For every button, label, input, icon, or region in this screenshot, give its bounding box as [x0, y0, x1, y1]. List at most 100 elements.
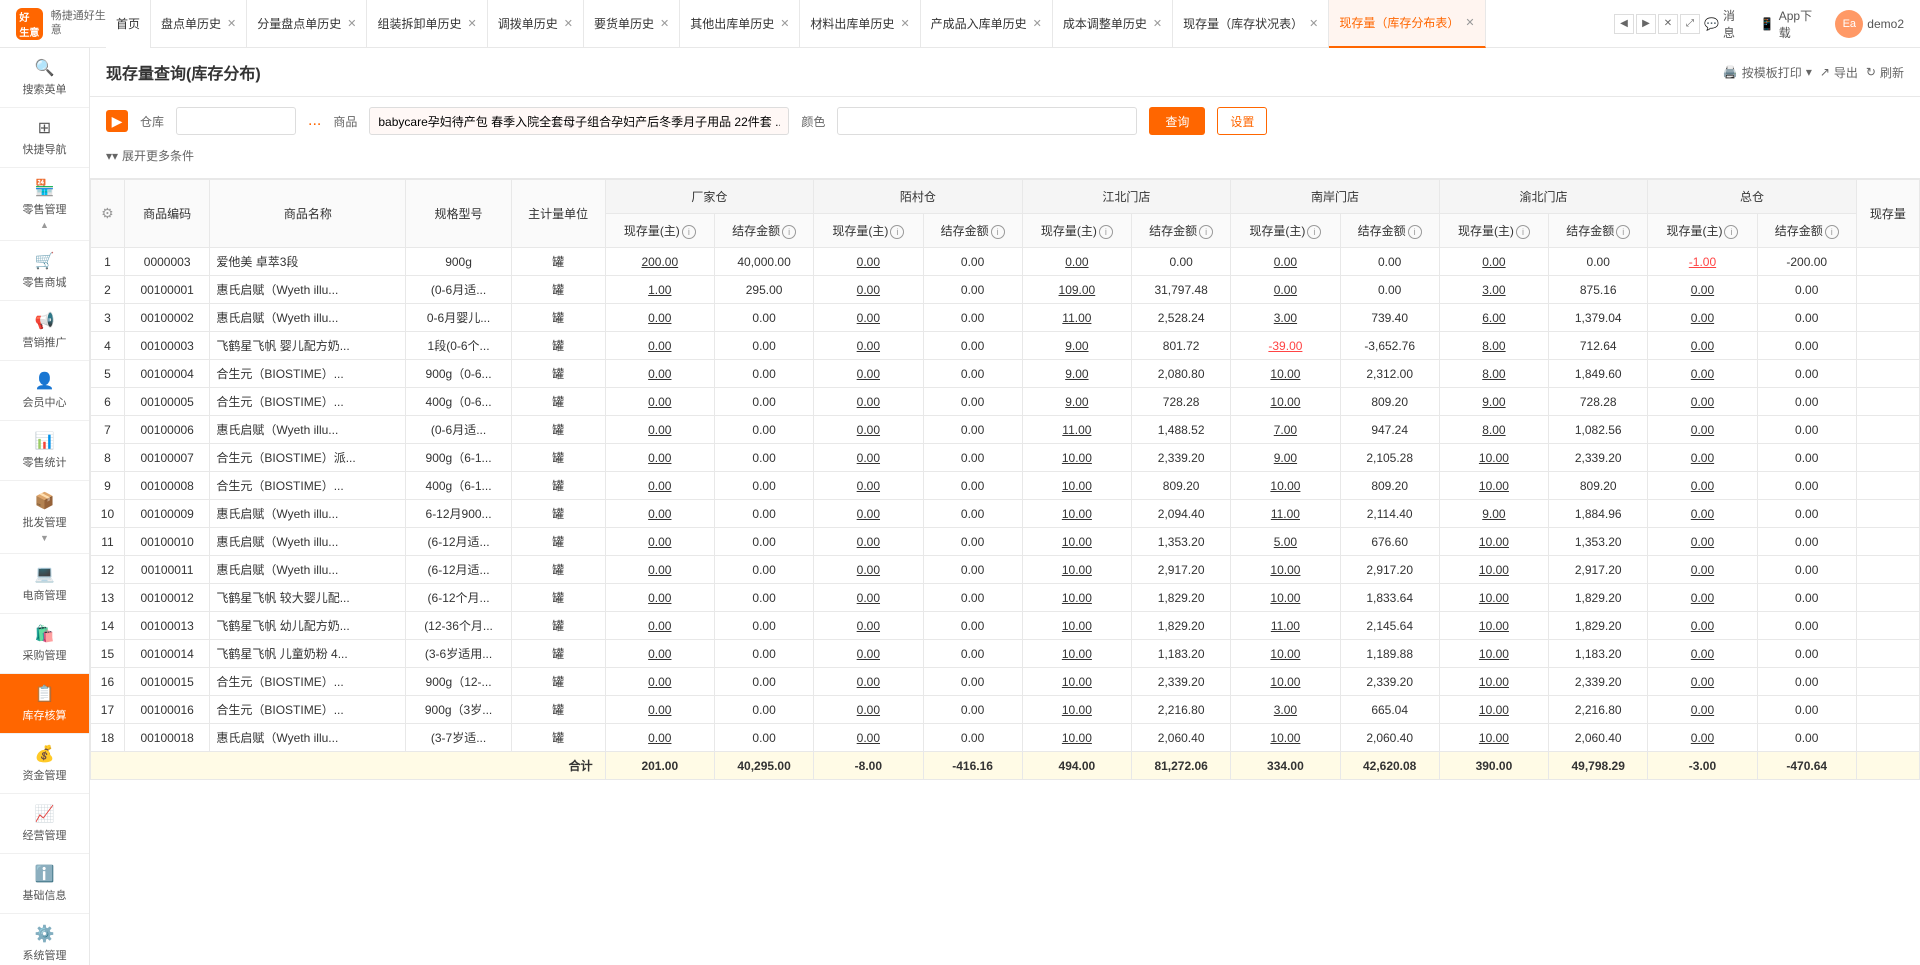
- cell-jb-stock[interactable]: 10.00: [1022, 556, 1131, 584]
- cell-tot-stock[interactable]: 0.00: [1648, 304, 1757, 332]
- val-link[interactable]: 9.00: [1482, 507, 1505, 521]
- info-icon[interactable]: i: [1616, 225, 1630, 239]
- val-link[interactable]: 0.00: [1691, 395, 1714, 409]
- nav-tab-product-in[interactable]: 产成品入库单历史✕: [921, 0, 1053, 48]
- cell-f-stock[interactable]: 0.00: [605, 696, 714, 724]
- cell-nb-stock[interactable]: 10.00: [1231, 556, 1340, 584]
- cell-f-stock[interactable]: 0.00: [605, 444, 714, 472]
- query-btn[interactable]: 查询: [1149, 107, 1205, 135]
- sidebar-item-inventory[interactable]: 📋 库存核算: [0, 674, 89, 734]
- val-link[interactable]: 0.00: [857, 339, 880, 353]
- val-link[interactable]: 0.00: [857, 451, 880, 465]
- sidebar-item-operations[interactable]: 📈 经营管理: [0, 794, 89, 854]
- val-link[interactable]: 0.00: [1691, 619, 1714, 633]
- cell-jb-stock[interactable]: 109.00: [1022, 276, 1131, 304]
- cell-nb-stock[interactable]: 10.00: [1231, 472, 1340, 500]
- cell-nb-stock[interactable]: 3.00: [1231, 696, 1340, 724]
- info-icon[interactable]: i: [1516, 225, 1530, 239]
- cell-yz-stock[interactable]: 0.00: [1439, 248, 1548, 276]
- val-link[interactable]: 10.00: [1270, 395, 1300, 409]
- cell-yz-stock[interactable]: 10.00: [1439, 528, 1548, 556]
- sidebar-item-finance[interactable]: 💰 资金管理: [0, 734, 89, 794]
- cell-nb-stock[interactable]: 10.00: [1231, 640, 1340, 668]
- cell-v-stock[interactable]: 0.00: [814, 584, 923, 612]
- val-link[interactable]: 11.00: [1062, 311, 1091, 325]
- table-wrapper[interactable]: ⚙商品编码商品名称规格型号主计量单位厂家仓陌村仓江北门店南岸门店渝北门店总仓现存…: [90, 179, 1920, 965]
- val-link[interactable]: 10.00: [1062, 731, 1092, 745]
- val-link[interactable]: 0.00: [857, 395, 880, 409]
- nav-tab-stock-dist[interactable]: 现存量（库存分布表）✕: [1329, 0, 1485, 48]
- val-link[interactable]: 10.00: [1062, 675, 1092, 689]
- val-link[interactable]: 10.00: [1062, 647, 1092, 661]
- close-tab-other-out[interactable]: ✕: [780, 17, 789, 30]
- cell-v-stock[interactable]: 0.00: [814, 248, 923, 276]
- val-link[interactable]: 0.00: [1274, 283, 1297, 297]
- cell-tot-stock[interactable]: 0.00: [1648, 360, 1757, 388]
- expand-filter-btn[interactable]: ▶: [106, 110, 128, 132]
- cell-f-stock[interactable]: 0.00: [605, 472, 714, 500]
- val-link[interactable]: -39.00: [1268, 339, 1302, 353]
- val-link[interactable]: 9.00: [1482, 395, 1505, 409]
- sidebar-item-quick-nav[interactable]: ⊞ 快捷导航: [0, 108, 89, 168]
- cell-nb-stock[interactable]: 11.00: [1231, 500, 1340, 528]
- settings-btn[interactable]: 设置: [1217, 107, 1267, 135]
- cell-tot-stock[interactable]: 0.00: [1648, 556, 1757, 584]
- cell-jb-stock[interactable]: 10.00: [1022, 696, 1131, 724]
- message-btn[interactable]: 💬 消息: [1704, 7, 1744, 41]
- cell-nb-stock[interactable]: 7.00: [1231, 416, 1340, 444]
- cell-v-stock[interactable]: 0.00: [814, 500, 923, 528]
- val-link[interactable]: 0.00: [1691, 731, 1714, 745]
- val-link[interactable]: 10.00: [1479, 731, 1509, 745]
- nav-expand-btn[interactable]: ⤢: [1680, 14, 1700, 34]
- cell-tot-stock[interactable]: 0.00: [1648, 332, 1757, 360]
- val-link[interactable]: 0.00: [857, 703, 880, 717]
- cell-v-stock[interactable]: 0.00: [814, 612, 923, 640]
- info-icon[interactable]: i: [1199, 225, 1213, 239]
- cell-yz-stock[interactable]: 9.00: [1439, 388, 1548, 416]
- cell-tot-stock[interactable]: 0.00: [1648, 696, 1757, 724]
- val-link[interactable]: 0.00: [648, 535, 671, 549]
- nav-tab-inventory-count[interactable]: 盘点单历史✕: [151, 0, 247, 48]
- val-link[interactable]: 10.00: [1270, 367, 1300, 381]
- cell-tot-stock[interactable]: 0.00: [1648, 612, 1757, 640]
- val-link[interactable]: 8.00: [1482, 367, 1505, 381]
- val-link[interactable]: 3.00: [1274, 311, 1297, 325]
- val-link[interactable]: 10.00: [1062, 451, 1092, 465]
- cell-tot-stock[interactable]: 0.00: [1648, 444, 1757, 472]
- cell-v-stock[interactable]: 0.00: [814, 696, 923, 724]
- cell-v-stock[interactable]: 0.00: [814, 332, 923, 360]
- cell-v-stock[interactable]: 0.00: [814, 556, 923, 584]
- cell-f-stock[interactable]: 0.00: [605, 668, 714, 696]
- val-link[interactable]: 10.00: [1062, 591, 1092, 605]
- val-link[interactable]: 0.00: [857, 283, 880, 297]
- cell-jb-stock[interactable]: 10.00: [1022, 472, 1131, 500]
- cell-yz-stock[interactable]: 8.00: [1439, 332, 1548, 360]
- val-link[interactable]: 0.00: [857, 255, 880, 269]
- cell-f-stock[interactable]: 0.00: [605, 304, 714, 332]
- val-link[interactable]: 7.00: [1274, 423, 1297, 437]
- sidebar-item-retail-stat[interactable]: 📊 零售统计: [0, 421, 89, 481]
- close-tab-cost-adjust[interactable]: ✕: [1153, 17, 1162, 30]
- cell-f-stock[interactable]: 0.00: [605, 360, 714, 388]
- val-link[interactable]: 5.00: [1274, 535, 1297, 549]
- cell-f-stock[interactable]: 1.00: [605, 276, 714, 304]
- cell-nb-stock[interactable]: 10.00: [1231, 668, 1340, 696]
- cell-f-stock[interactable]: 0.00: [605, 724, 714, 752]
- val-link[interactable]: 10.00: [1479, 563, 1509, 577]
- cell-nb-stock[interactable]: 10.00: [1231, 584, 1340, 612]
- val-link[interactable]: 10.00: [1270, 731, 1300, 745]
- close-tab-inventory-count[interactable]: ✕: [227, 17, 236, 30]
- nav-tab-home[interactable]: 首页: [106, 0, 151, 48]
- cell-v-stock[interactable]: 0.00: [814, 528, 923, 556]
- info-icon[interactable]: i: [890, 225, 904, 239]
- info-icon[interactable]: i: [782, 225, 796, 239]
- cell-yz-stock[interactable]: 10.00: [1439, 668, 1548, 696]
- val-link[interactable]: 0.00: [648, 423, 671, 437]
- val-link[interactable]: 10.00: [1479, 479, 1509, 493]
- cell-jb-stock[interactable]: 10.00: [1022, 640, 1131, 668]
- val-link[interactable]: -1.00: [1689, 255, 1716, 269]
- cell-tot-stock[interactable]: 0.00: [1648, 276, 1757, 304]
- val-link[interactable]: 0.00: [857, 619, 880, 633]
- cell-yz-stock[interactable]: 10.00: [1439, 612, 1548, 640]
- cell-v-stock[interactable]: 0.00: [814, 388, 923, 416]
